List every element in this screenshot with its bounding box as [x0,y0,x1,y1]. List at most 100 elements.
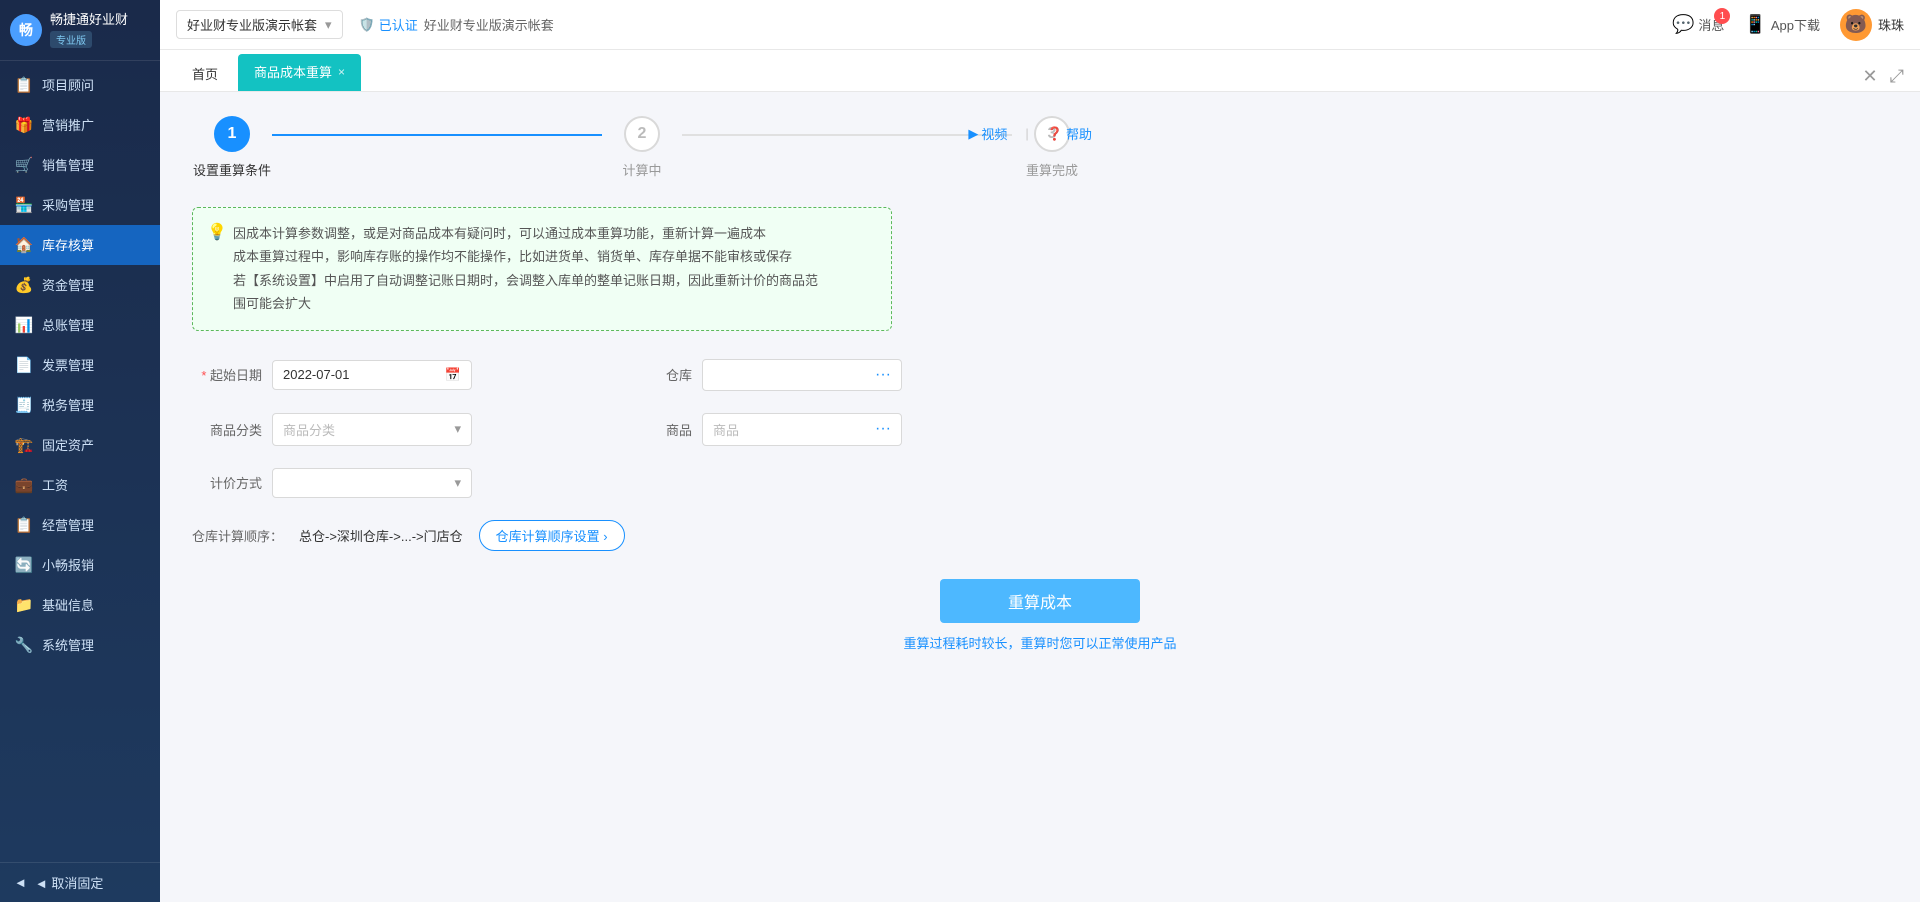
tab-home[interactable]: 首页 [176,56,234,91]
info-box: 💡 因成本计算参数调整，或是对商品成本有疑问时，可以通过成本重算功能，重新计算一… [192,207,892,331]
sidebar-item-basic[interactable]: 📁 基础信息 [0,585,160,625]
page-content: 1 设置重算条件 2 计算中 3 [160,92,1920,902]
warehouse-order-label: 仓库计算顺序： [192,526,283,545]
category-dropdown-arrow: ▾ [454,421,461,437]
sidebar-item-sales[interactable]: 🛒 销售管理 [0,145,160,185]
goods-label: 商品 [622,420,692,439]
sidebar-item-label: 销售管理 [42,155,94,174]
topbar-actions: 💬 消息 1 📱 App下载 🐻 珠珠 [1672,9,1904,41]
close-window-icon[interactable]: ✕ [1863,66,1878,87]
recalc-section: 重算成本 重算过程耗时较长，重算时您可以正常使用产品 [192,579,1888,652]
salary-icon: 💼 [14,475,34,495]
tab-close-icon[interactable]: × [338,65,345,79]
sidebar-item-label: 项目顾问 [42,75,94,94]
pricing-select[interactable]: ▾ [272,468,472,498]
basic-icon: 📁 [14,595,34,615]
sidebar-item-project[interactable]: 📋 项目顾问 [0,65,160,105]
sidebar-item-assets[interactable]: 🏗️ 固定资产 [0,425,160,465]
warehouse-field: 仓库 ··· [622,359,992,391]
warehouse-order-btn-label: 仓库计算顺序设置 › [496,526,608,545]
recalc-button[interactable]: 重算成本 [940,579,1140,623]
expand-icon[interactable]: ⤢ [1890,66,1904,87]
project-icon: 📋 [14,75,34,95]
goods-picker-icon[interactable]: ··· [875,420,891,438]
sidebar-item-expense[interactable]: 🔄 小畅报销 [0,545,160,585]
purchase-icon: 🏪 [14,195,34,215]
form-row-2: 商品分类 商品分类 ▾ 商品 商品 ··· [192,413,992,446]
system-icon: 🔧 [14,635,34,655]
tabbar: 首页 商品成本重算 × ✕ ⤢ [160,50,1920,92]
sidebar-item-purchase[interactable]: 🏪 采购管理 [0,185,160,225]
ledger-icon: 📊 [14,315,34,335]
sidebar-item-marketing[interactable]: 🎁 营销推广 [0,105,160,145]
goods-input[interactable]: 商品 ··· [702,413,902,446]
account-selector[interactable]: 好业财专业版演示帐套 ▾ [176,10,343,39]
sidebar-item-label: 资金管理 [42,275,94,294]
step-line-1 [272,134,602,136]
message-icon: 💬 [1672,14,1694,35]
step-2-circle: 2 [624,116,660,152]
sidebar-item-finance[interactable]: 💰 资金管理 [0,265,160,305]
sidebar-item-salary[interactable]: 💼 工资 [0,465,160,505]
info-line-4: 围可能会扩大 [233,292,875,315]
expense-icon: 🔄 [14,555,34,575]
sidebar-unpin-button[interactable]: ◄ ◄ 取消固定 [0,862,160,902]
message-button[interactable]: 💬 消息 1 [1672,14,1724,35]
account-dropdown-arrow: ▾ [325,17,332,33]
start-date-input[interactable]: 2022-07-01 📅 [272,360,472,390]
category-select[interactable]: 商品分类 ▾ [272,413,472,446]
start-date-field: 起始日期 2022-07-01 📅 [192,360,562,390]
form-section: 起始日期 2022-07-01 📅 仓库 ··· 商品分 [192,359,992,551]
warehouse-order-settings-button[interactable]: 仓库计算顺序设置 › [479,520,625,551]
unpin-icon: ◄ [14,875,27,890]
username-label: 珠珠 [1878,15,1904,34]
info-box-content: 因成本计算参数调整，或是对商品成本有疑问时，可以通过成本重算功能，重新计算一遍成… [233,222,875,316]
step-line-2 [682,134,1012,136]
tax-icon: 🧾 [14,395,34,415]
warehouse-input[interactable]: ··· [702,359,902,391]
user-avatar-area[interactable]: 🐻 珠珠 [1840,9,1904,41]
calendar-icon[interactable]: 📅 [445,367,461,383]
pricing-dropdown-arrow: ▾ [454,475,461,491]
logo-text: 畅捷通好业财 专业版 [50,12,128,48]
sidebar-item-label: 工资 [42,475,68,494]
app-download-button[interactable]: 📱 App下载 [1744,14,1820,35]
main-wrapper: 好业财专业版演示帐套 ▾ 🛡️ 已认证 好业财专业版演示帐套 💬 消息 1 📱 … [160,0,1920,902]
category-label: 商品分类 [192,420,262,439]
warehouse-order-value: 总仓->深圳仓库->...->门店仓 [299,526,463,545]
category-field: 商品分类 商品分类 ▾ [192,413,562,446]
help-icon: ❓ [1047,126,1063,142]
sidebar-item-label: 库存核算 [42,235,94,254]
step-2-label: 计算中 [622,160,661,179]
sidebar-item-inventory[interactable]: 🏠 库存核算 [0,225,160,265]
step-1: 1 设置重算条件 [192,116,272,179]
help-link[interactable]: ❓ 帮助 [1047,124,1092,143]
sidebar-item-ledger[interactable]: 📊 总账管理 [0,305,160,345]
sidebar-item-operation[interactable]: 📋 经营管理 [0,505,160,545]
tab-cost-recalc[interactable]: 商品成本重算 × [238,54,361,91]
logo-badge: 专业版 [50,31,92,48]
sidebar-item-label: 小畅报销 [42,555,94,574]
step-3-label: 重算完成 [1026,160,1078,179]
sidebar-logo: 畅 畅捷通好业财 专业版 [0,0,160,61]
goods-value: 商品 [713,420,867,439]
finance-icon: 💰 [14,275,34,295]
sidebar-item-label: 经营管理 [42,515,94,534]
tab-home-label: 首页 [192,64,218,83]
mobile-icon: 📱 [1744,14,1766,35]
recalc-hint: 重算过程耗时较长，重算时您可以正常使用产品 [903,633,1176,652]
start-date-value: 2022-07-01 [283,367,437,382]
step-1-circle: 1 [214,116,250,152]
warehouse-label: 仓库 [622,365,692,384]
avatar: 🐻 [1840,9,1872,41]
bulb-icon: 💡 [207,222,227,242]
sidebar-item-tax[interactable]: 🧾 税务管理 [0,385,160,425]
stepper: 1 设置重算条件 2 计算中 3 [192,116,1092,179]
info-line-1: 因成本计算参数调整，或是对商品成本有疑问时，可以通过成本重算功能，重新计算一遍成… [233,222,875,245]
sidebar-item-label: 固定资产 [42,435,94,454]
sidebar-item-system[interactable]: 🔧 系统管理 [0,625,160,665]
video-link[interactable]: ▶ 视频 [968,124,1007,143]
category-placeholder: 商品分类 [283,420,446,439]
warehouse-picker-icon[interactable]: ··· [875,366,891,384]
sidebar-item-invoice[interactable]: 📄 发票管理 [0,345,160,385]
